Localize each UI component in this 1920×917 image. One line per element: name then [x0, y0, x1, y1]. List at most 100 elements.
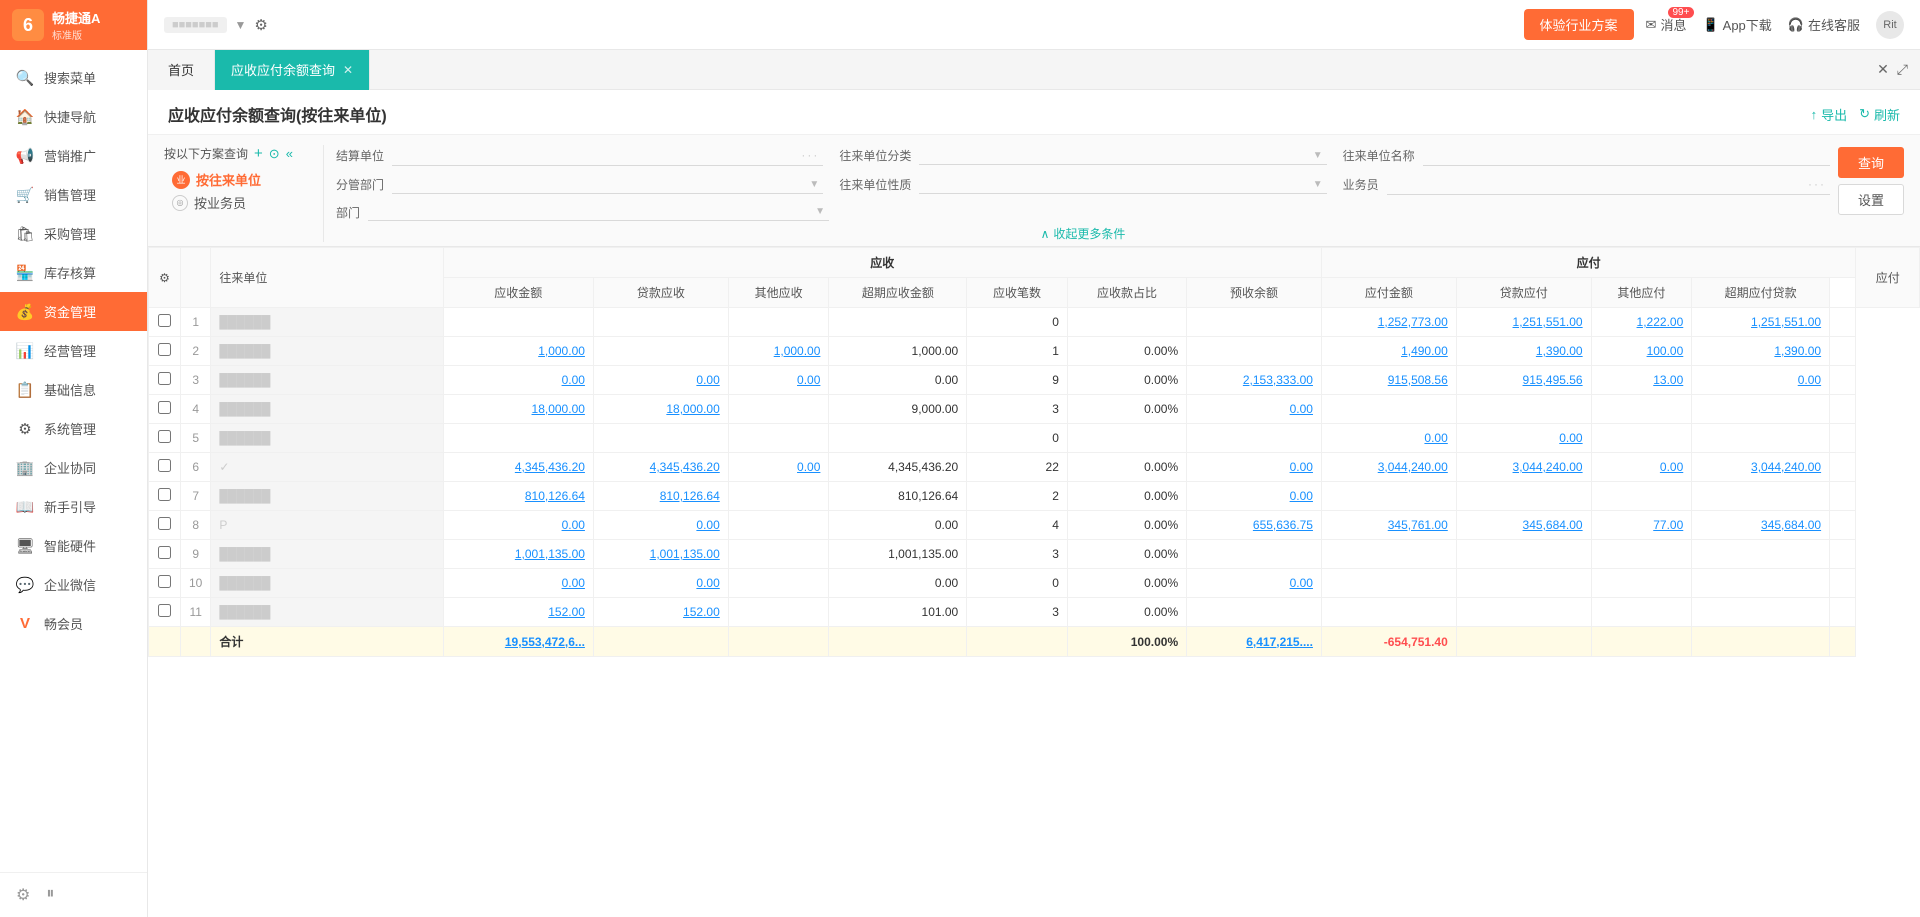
sidebar-item-search[interactable]: 🔍 搜索菜单	[0, 58, 147, 97]
row-ap-overdue[interactable]: 1,251,551.00	[1692, 308, 1830, 337]
row-checkbox[interactable]	[158, 459, 171, 472]
sidebar-footer-settings-icon[interactable]: ⚙	[16, 885, 30, 905]
row-ar-amount[interactable]: 152.00	[443, 598, 593, 627]
row-checkbox-cell[interactable]	[149, 453, 181, 482]
refresh-button[interactable]: ↻ 刷新	[1859, 105, 1900, 124]
row-ar-prepaid[interactable]: 0.00	[1187, 482, 1322, 511]
row-ar-other[interactable]: 1,000.00	[728, 337, 829, 366]
row-checkbox-cell[interactable]	[149, 337, 181, 366]
row-checkbox[interactable]	[158, 343, 171, 356]
row-ap-loan[interactable]: 915,495.56	[1456, 366, 1591, 395]
row-checkbox-cell[interactable]	[149, 424, 181, 453]
row-checkbox-cell[interactable]	[149, 482, 181, 511]
row-checkbox[interactable]	[158, 604, 171, 617]
row-ap-loan[interactable]: 0.00	[1456, 424, 1591, 453]
row-ap-amount[interactable]: 915,508.56	[1321, 366, 1456, 395]
setting-button[interactable]: 设置	[1838, 184, 1904, 215]
sidebar-item-sales[interactable]: 🛒 销售管理	[0, 175, 147, 214]
scheme-option-salesperson[interactable]: ◎ 按业务员	[172, 193, 311, 212]
export-button[interactable]: ↑ 导出	[1811, 105, 1848, 124]
row-ar-loan[interactable]: 0.00	[593, 569, 728, 598]
row-ap-amount[interactable]: 1,252,773.00	[1321, 308, 1456, 337]
row-ar-amount[interactable]: 1,001,135.00	[443, 540, 593, 569]
row-ap-overdue[interactable]: 0.00	[1692, 366, 1830, 395]
partner-category-select[interactable]: ▼	[919, 147, 1326, 165]
row-checkbox-cell[interactable]	[149, 511, 181, 540]
sidebar-item-wechat[interactable]: 💬 企业微信	[0, 565, 147, 604]
row-ar-loan[interactable]: 152.00	[593, 598, 728, 627]
row-ap-amount[interactable]: 1,490.00	[1321, 337, 1456, 366]
row-ap-other[interactable]: 1,222.00	[1591, 308, 1692, 337]
sidebar-item-hardware[interactable]: 🖥 智能硬件	[0, 526, 147, 565]
messages-badge-container[interactable]: ✉ 消息 99+	[1646, 15, 1687, 34]
row-ar-other[interactable]: 0.00	[728, 453, 829, 482]
row-ar-prepaid[interactable]: 0.00	[1187, 395, 1322, 424]
row-ar-amount[interactable]: 0.00	[443, 511, 593, 540]
row-ap-amount[interactable]: 0.00	[1321, 424, 1456, 453]
row-ap-other[interactable]: 13.00	[1591, 366, 1692, 395]
promote-button[interactable]: 体验行业方案	[1524, 9, 1634, 40]
row-ap-other[interactable]: 77.00	[1591, 511, 1692, 540]
row-checkbox[interactable]	[158, 575, 171, 588]
sidebar-item-purchase[interactable]: 🛍 采购管理	[0, 214, 147, 253]
row-ar-amount[interactable]: 4,345,436.20	[443, 453, 593, 482]
row-checkbox-cell[interactable]	[149, 308, 181, 337]
row-checkbox-cell[interactable]	[149, 395, 181, 424]
row-ar-loan[interactable]: 0.00	[593, 366, 728, 395]
row-ap-loan[interactable]: 3,044,240.00	[1456, 453, 1591, 482]
row-ar-prepaid[interactable]: 0.00	[1187, 569, 1322, 598]
collapse-more-btn[interactable]: ∧ 收起更多条件	[336, 225, 1830, 242]
row-ap-amount[interactable]: 345,761.00	[1321, 511, 1456, 540]
sidebar-item-marketing[interactable]: 📢 营销推广	[0, 136, 147, 175]
partner-nature-select[interactable]: ▼	[919, 176, 1326, 194]
row-ap-other[interactable]: 100.00	[1591, 337, 1692, 366]
row-checkbox[interactable]	[158, 430, 171, 443]
row-ar-amount[interactable]: 810,126.64	[443, 482, 593, 511]
row-ar-loan[interactable]: 0.00	[593, 511, 728, 540]
row-checkbox-cell[interactable]	[149, 598, 181, 627]
row-ar-prepaid[interactable]: 0.00	[1187, 453, 1322, 482]
sidebar-item-finance[interactable]: 💰 资金管理	[0, 292, 147, 331]
sidebar-item-quicknav[interactable]: 🏠 快捷导航	[0, 97, 147, 136]
department-select[interactable]: ▼	[368, 203, 829, 221]
sidebar-item-warehouse[interactable]: 🏪 库存核算	[0, 253, 147, 292]
row-checkbox[interactable]	[158, 546, 171, 559]
row-ap-loan[interactable]: 345,684.00	[1456, 511, 1591, 540]
sidebar-item-baseinfo[interactable]: 📋 基础信息	[0, 370, 147, 409]
app-download-btn[interactable]: 📱 App下载	[1702, 15, 1771, 34]
row-checkbox[interactable]	[158, 314, 171, 327]
filter-collapse-icon[interactable]: «	[286, 146, 293, 161]
tab-expand-icon[interactable]: ⤢	[1897, 61, 1908, 78]
row-checkbox-cell[interactable]	[149, 569, 181, 598]
tab-close-icon[interactable]: ✕	[343, 63, 353, 77]
row-ar-amount[interactable]: 18,000.00	[443, 395, 593, 424]
row-ap-other[interactable]: 0.00	[1591, 453, 1692, 482]
tab-home[interactable]: 首页	[148, 50, 215, 90]
row-ap-amount[interactable]: 3,044,240.00	[1321, 453, 1456, 482]
row-ap-loan[interactable]: 1,251,551.00	[1456, 308, 1591, 337]
query-button[interactable]: 查询	[1838, 147, 1904, 178]
sidebar-item-operations[interactable]: 📊 经营管理	[0, 331, 147, 370]
filter-add-icon[interactable]: +	[254, 145, 263, 162]
row-ap-loan[interactable]: 1,390.00	[1456, 337, 1591, 366]
row-ar-amount[interactable]: 0.00	[443, 569, 593, 598]
partner-name-input[interactable]	[1423, 145, 1830, 166]
row-checkbox-cell[interactable]	[149, 540, 181, 569]
row-checkbox[interactable]	[158, 488, 171, 501]
footer-ar-amount[interactable]: 19,553,472,6...	[443, 627, 593, 657]
sidebar-footer-collapse-icon[interactable]: ⏸	[46, 885, 54, 905]
dept-manager-select[interactable]: ▼	[392, 176, 823, 194]
tab-arquery[interactable]: 应收应付余额查询 ✕	[215, 50, 370, 90]
row-ar-prepaid[interactable]: 655,636.75	[1187, 511, 1322, 540]
row-ar-other[interactable]: 0.00	[728, 366, 829, 395]
sidebar-item-guide[interactable]: 📖 新手引导	[0, 487, 147, 526]
scheme-option-partner[interactable]: 业 按往来单位	[172, 170, 311, 189]
row-ap-overdue[interactable]: 3,044,240.00	[1692, 453, 1830, 482]
filter-edit-icon[interactable]: ⊙	[269, 146, 280, 162]
sidebar-item-enterprise[interactable]: 🏢 企业协同	[0, 448, 147, 487]
row-ar-loan[interactable]: 4,345,436.20	[593, 453, 728, 482]
row-ar-amount[interactable]: 1,000.00	[443, 337, 593, 366]
row-ap-overdue[interactable]: 1,390.00	[1692, 337, 1830, 366]
sidebar-item-member[interactable]: V 畅会员	[0, 604, 147, 643]
tab-close-window-icon[interactable]: ✕	[1877, 61, 1889, 78]
